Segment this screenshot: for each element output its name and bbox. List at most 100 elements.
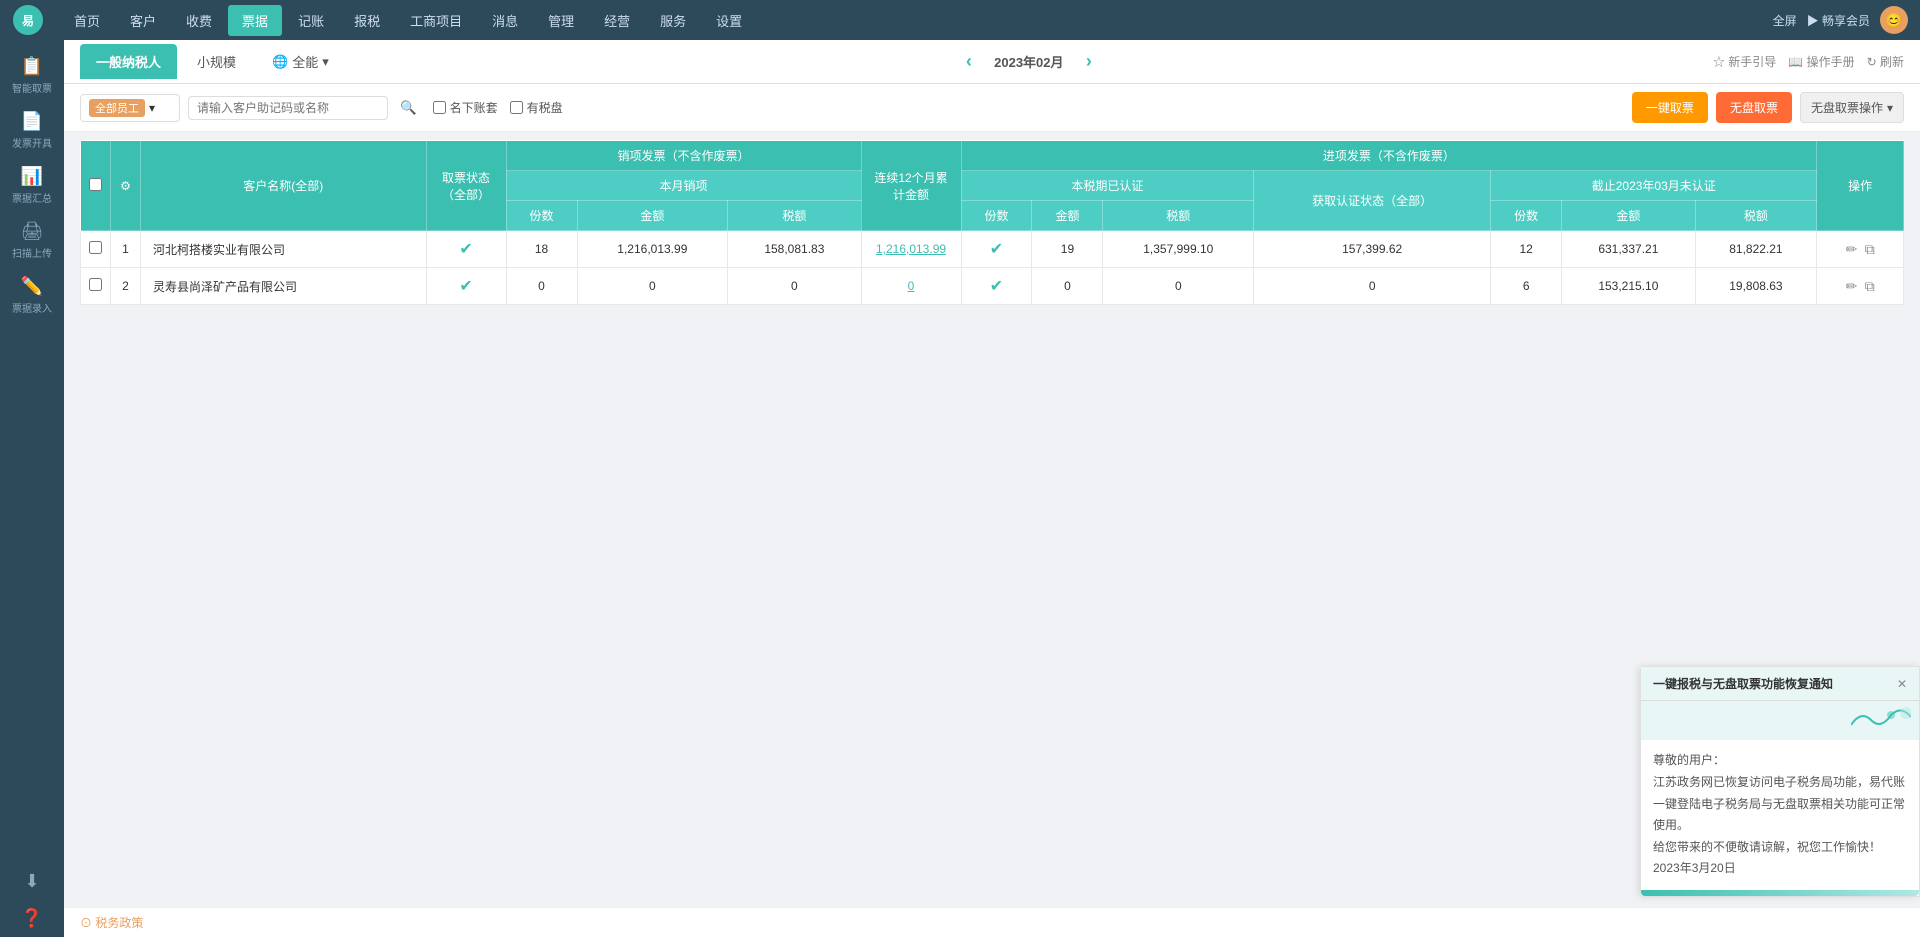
row1-edit-btn[interactable]: ✏: [1846, 241, 1858, 257]
customer-search-input[interactable]: [188, 96, 388, 120]
tab-small-scale[interactable]: 小规模: [181, 44, 252, 79]
nav-bookkeeping[interactable]: 记账: [284, 5, 338, 36]
toolbar-actions: 一键取票 无盘取票 无盘取票操作 ▾: [1632, 92, 1904, 123]
nav-business[interactable]: 工商项目: [396, 5, 476, 36]
row1-unrecog-qty: 12: [1491, 231, 1562, 268]
sidebar-label-invoice-issue: 发票开具: [12, 135, 52, 150]
row1-customer-name: 河北柯搭楼实业有限公司: [141, 231, 427, 268]
row2-unrecog-qty: 6: [1491, 268, 1562, 305]
row1-checkbox[interactable]: [89, 241, 102, 254]
notification-header: 一键报税与无盘取票功能恢复通知 ✕: [1641, 667, 1919, 701]
row1-sales-qty: 18: [506, 231, 577, 268]
sidebar-item-invoice-issue[interactable]: 📄 发票开具: [0, 103, 64, 158]
header-recognition-status: 获取认证状态（全部）: [1254, 171, 1491, 231]
invoice-table: ⚙ 客户名称(全部) 取票状态（全部） 销项发票（不含作废票） 连续12个月累计…: [80, 140, 1904, 305]
tab-general-taxpayer[interactable]: 一般纳税人: [80, 44, 177, 79]
header-cancel-status: 取票状态（全部）: [426, 141, 506, 231]
prev-month-btn[interactable]: ‹: [962, 47, 976, 76]
row2-recog-icon: ✔: [990, 278, 1003, 295]
row2-unrecog-amount: 153,215.10: [1562, 268, 1695, 305]
account-checkbox-group[interactable]: 名下账套: [433, 99, 498, 116]
invoice-issue-icon: 📄: [21, 111, 43, 132]
scan-upload-icon: 🖨: [21, 221, 44, 242]
no-disk-ticket-btn[interactable]: 无盘取票: [1716, 92, 1792, 123]
nav-settings[interactable]: 设置: [702, 5, 756, 36]
fullscreen-btn[interactable]: 全屏: [1773, 12, 1797, 29]
tab-all[interactable]: 🌐 全能 ▾: [256, 44, 345, 79]
nav-manage[interactable]: 管理: [534, 5, 588, 36]
taxdisk-checkbox[interactable]: [510, 101, 523, 114]
row2-num: 2: [111, 268, 141, 305]
nav-service[interactable]: 服务: [646, 5, 700, 36]
sidebar-item-invoice-entry[interactable]: ✏️ 票据录入: [0, 268, 64, 323]
row2-sales-amount: 0: [577, 268, 728, 305]
nav-home[interactable]: 首页: [60, 5, 114, 36]
account-checkbox[interactable]: [433, 101, 446, 114]
no-disk-ops-btn[interactable]: 无盘取票操作 ▾: [1800, 92, 1904, 123]
row2-pur-recog-amount: 0: [1103, 268, 1254, 305]
sidebar-label-invoice-summary: 票据汇总: [12, 190, 52, 205]
row1-copy-btn[interactable]: ⧉: [1865, 241, 1875, 257]
refresh-icon: ↻: [1867, 55, 1877, 69]
row2-sales-tax: 0: [728, 268, 861, 305]
next-month-btn[interactable]: ›: [1082, 47, 1096, 76]
refresh-btn[interactable]: ↻ 刷新: [1867, 53, 1904, 70]
sidebar-label-smart-ticket: 智能取票: [12, 80, 52, 95]
ops-dropdown-arrow: ▾: [1887, 101, 1893, 115]
new-guide-btn[interactable]: ☆ 新手引导: [1713, 53, 1776, 70]
nav-customer[interactable]: 客户: [116, 5, 170, 36]
header-pur-recog-qty: 份数: [961, 201, 1032, 231]
row2-checkbox-cell: [81, 268, 111, 305]
taxdisk-checkbox-group[interactable]: 有税盘: [510, 99, 563, 116]
member-btn[interactable]: ▶ 畅享会员: [1807, 12, 1870, 29]
notification-body: 尊敬的用户： 江苏政务网已恢复访问电子税务局功能，易代账一键登陆电子税务局与无盘…: [1641, 740, 1919, 890]
row1-cancel-status: ✔: [426, 231, 506, 268]
row1-pur-recog-tax: 157,399.62: [1254, 231, 1491, 268]
row1-unrecog-amount: 631,337.21: [1562, 231, 1695, 268]
row2-copy-btn[interactable]: ⧉: [1865, 278, 1875, 294]
nav-invoice[interactable]: 票据: [228, 5, 282, 36]
user-avatar[interactable]: 😊: [1880, 6, 1908, 34]
nav-operation[interactable]: 经营: [590, 5, 644, 36]
current-month: 2023年02月: [984, 48, 1074, 75]
row1-recog-icon: ✔: [990, 241, 1003, 258]
nav-billing[interactable]: 收费: [172, 5, 226, 36]
search-button[interactable]: 🔍: [396, 96, 421, 120]
header-unrecog-tax: 税额: [1695, 201, 1817, 231]
row2-cumulative-link[interactable]: 0: [908, 279, 915, 293]
header-purchase-invoice: 进项发票（不含作废票）: [961, 141, 1817, 171]
select-all-checkbox[interactable]: [89, 178, 102, 191]
row1-cumulative-link[interactable]: 1,216,013.99: [876, 242, 946, 256]
bottom-bar: ⊙ 税务政策: [64, 907, 1920, 937]
one-click-ticket-btn[interactable]: 一键取票: [1632, 92, 1708, 123]
sidebar-download[interactable]: ⬇: [17, 863, 47, 900]
notification-greeting: 尊敬的用户：: [1653, 750, 1907, 772]
nav-message[interactable]: 消息: [478, 5, 532, 36]
row1-recog-status: ✔: [961, 231, 1032, 268]
notification-date: 2023年3月20日: [1653, 858, 1907, 880]
row1-sales-tax: 158,081.83: [728, 231, 861, 268]
notification-close-btn[interactable]: ✕: [1897, 677, 1907, 691]
nav-tax[interactable]: 报税: [340, 5, 394, 36]
sidebar: 📋 智能取票 📄 发票开具 📊 票据汇总 🖨 扫描上传 ✏️ 票据录入 ⬇ ❓: [0, 40, 64, 937]
row2-checkbox[interactable]: [89, 278, 102, 291]
header-settings: ⚙: [111, 141, 141, 231]
sidebar-item-invoice-summary[interactable]: 📊 票据汇总: [0, 158, 64, 213]
tab-bar: 一般纳税人 小规模 🌐 全能 ▾ ‹ 2023年02月 › ☆ 新手引导 📖 操…: [64, 40, 1920, 84]
logo[interactable]: 易: [12, 4, 44, 36]
header-customer-name: 客户名称(全部): [141, 141, 427, 231]
sidebar-help[interactable]: ❓: [17, 900, 47, 937]
header-pur-recog-amount: 金额: [1032, 201, 1103, 231]
svg-text:易: 易: [22, 14, 34, 28]
header-sales-qty: 份数: [506, 201, 577, 231]
sidebar-item-scan-upload[interactable]: 🖨 扫描上传: [0, 213, 64, 268]
nav-menu: 首页 客户 收费 票据 记账 报税 工商项目 消息 管理 经营 服务 设置: [60, 5, 1773, 36]
sidebar-item-smart-ticket[interactable]: 📋 智能取票: [0, 48, 64, 103]
row2-edit-btn[interactable]: ✏: [1846, 278, 1858, 294]
header-sales-invoice: 销项发票（不含作废票）: [506, 141, 861, 171]
account-checkbox-label: 名下账套: [450, 99, 498, 116]
tax-policy-link[interactable]: ⊙ 税务政策: [80, 914, 143, 931]
download-icon: ⬇: [24, 871, 39, 892]
manual-btn[interactable]: 📖 操作手册: [1788, 53, 1854, 70]
employee-select[interactable]: 全部员工 ▾: [80, 94, 180, 122]
